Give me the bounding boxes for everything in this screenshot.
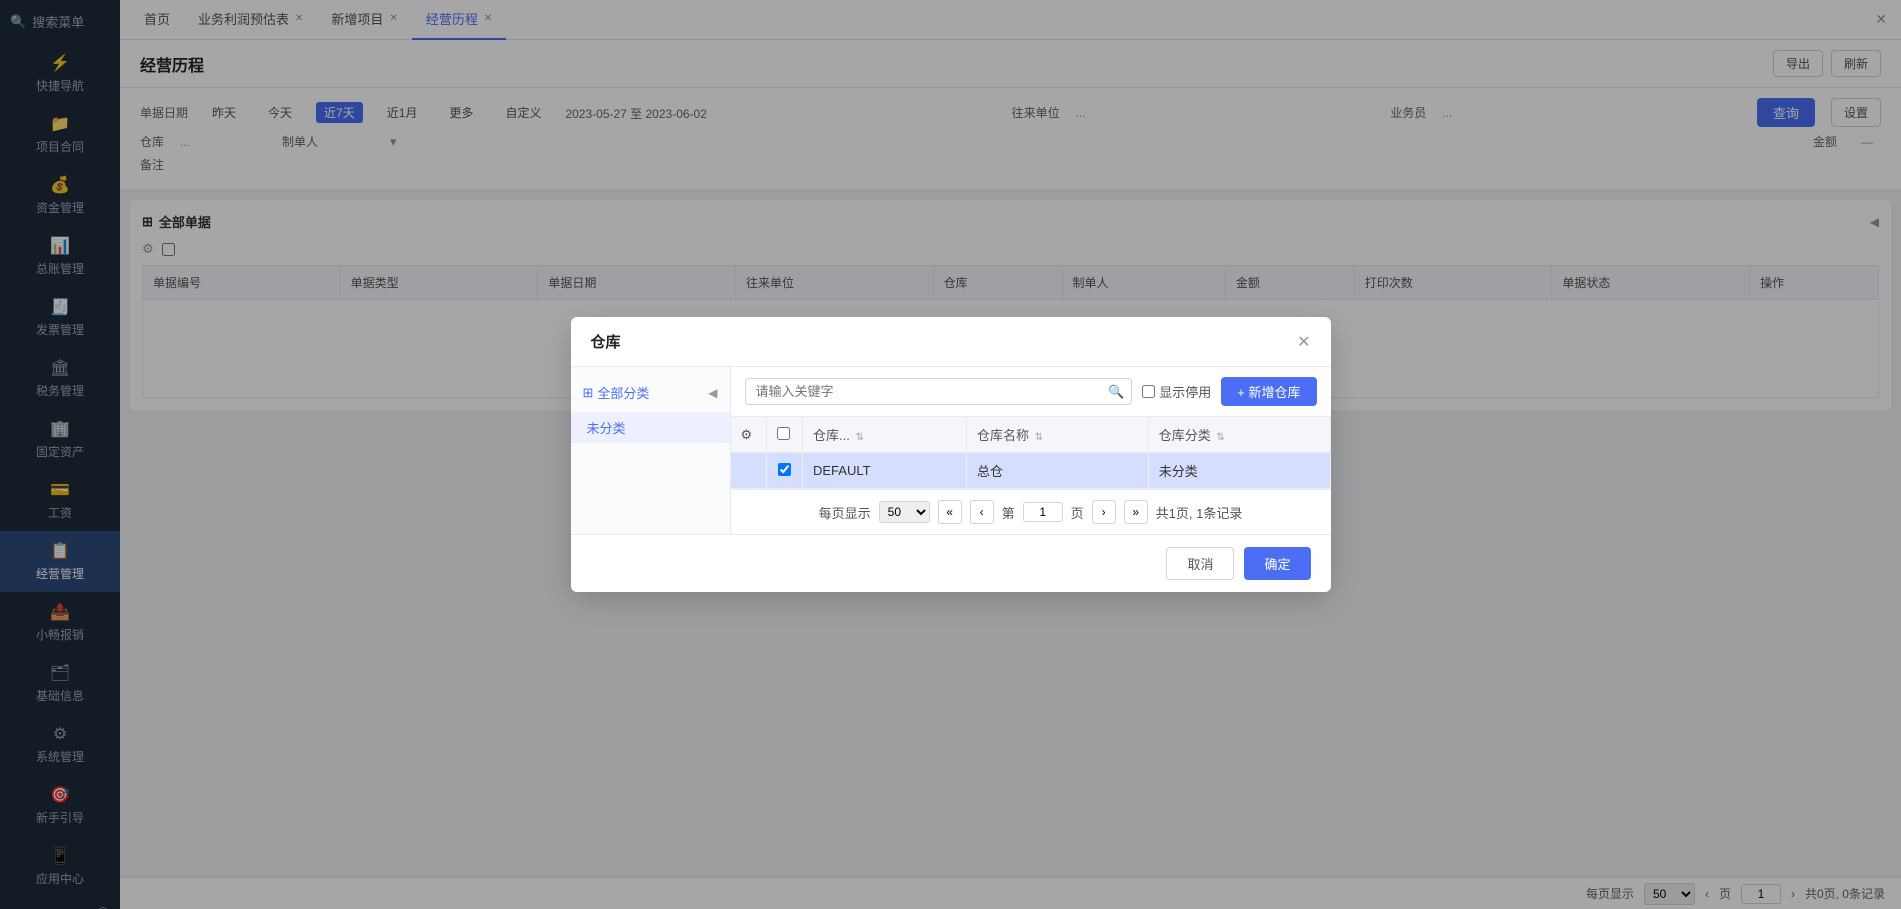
sort-name-icon[interactable]: ⇅ (1035, 432, 1043, 443)
modal-total-info: 共1页, 1条记录 (1156, 503, 1243, 522)
modal-page-input[interactable] (1023, 502, 1063, 522)
modal-page-size-select[interactable]: 50 100 (879, 501, 930, 523)
modal-close-button[interactable]: ✕ (1297, 332, 1310, 352)
col-checkbox-header (767, 417, 803, 453)
modal-prev-page-btn[interactable]: ‹ (970, 500, 994, 524)
modal-body: ⊞ 全部分类 ◀ 未分类 🔍 (571, 367, 1331, 534)
row-checkbox-cell[interactable] (767, 453, 803, 489)
modal-search-bar: 🔍 显示停用 + 新增仓库 (731, 367, 1331, 417)
modal-search-input[interactable] (745, 378, 1133, 405)
modal-pagination: 每页显示 50 100 « ‹ 第 页 › » 共1页, 1条记录 (731, 489, 1331, 534)
grid-icon-category: ⊞ (583, 385, 594, 401)
modal-table-row[interactable]: DEFAULT 总仓 未分类 (731, 453, 1331, 489)
show-disabled-wrap: 显示停用 (1142, 382, 1211, 401)
modal-table-wrap: ⚙ 仓库... ⇅ 仓库名称 (731, 417, 1331, 489)
show-disabled-checkbox[interactable] (1142, 385, 1155, 398)
modal-header: 仓库 ✕ (571, 317, 1331, 367)
modal-footer: 取消 确定 (571, 534, 1331, 592)
modal-select-all-checkbox[interactable] (777, 427, 790, 440)
modal-next-page-btn[interactable]: › (1092, 500, 1116, 524)
modal-search-icon: 🔍 (1108, 384, 1124, 400)
col-warehouse-category-header: 仓库分类 ⇅ (1148, 417, 1330, 453)
modal-page-label: 第 (1002, 503, 1015, 522)
category-all-label[interactable]: ⊞ 全部分类 (583, 383, 650, 402)
search-input-wrap: 🔍 (745, 378, 1133, 405)
show-disabled-label: 显示停用 (1159, 382, 1211, 401)
sort-code-icon[interactable]: ⇅ (855, 432, 863, 443)
modal-warehouse-table: ⚙ 仓库... ⇅ 仓库名称 (731, 417, 1331, 489)
row-settings-cell[interactable] (731, 453, 767, 489)
row-category-cell: 未分类 (1148, 453, 1330, 489)
row-name-cell: 总仓 (967, 453, 1149, 489)
modal-cancel-button[interactable]: 取消 (1166, 547, 1234, 580)
row-code-cell: DEFAULT (803, 453, 967, 489)
sort-category-icon[interactable]: ⇅ (1216, 432, 1224, 443)
modal-overlay[interactable]: 仓库 ✕ ⊞ 全部分类 ◀ 未分类 (0, 0, 1901, 909)
modal-per-page-label: 每页显示 (819, 503, 871, 522)
modal-table-header-row: ⚙ 仓库... ⇅ 仓库名称 (731, 417, 1331, 453)
modal-last-page-btn[interactable]: » (1124, 500, 1148, 524)
category-header: ⊞ 全部分类 ◀ (571, 377, 730, 408)
modal-first-page-btn[interactable]: « (938, 500, 962, 524)
modal-confirm-button[interactable]: 确定 (1244, 547, 1310, 580)
add-warehouse-button[interactable]: + 新增仓库 (1221, 377, 1316, 406)
category-collapse-btn[interactable]: ◀ (708, 386, 717, 400)
modal-page-suffix: 页 (1071, 503, 1084, 522)
col-warehouse-name-header: 仓库名称 ⇅ (967, 417, 1149, 453)
category-all-text: 全部分类 (597, 383, 649, 402)
gear-icon-modal[interactable]: ⚙ (741, 427, 753, 442)
col-warehouse-code-header: 仓库... ⇅ (803, 417, 967, 453)
modal-title: 仓库 (591, 331, 621, 352)
col-settings-header: ⚙ (731, 417, 767, 453)
category-unclassified[interactable]: 未分类 (571, 412, 730, 443)
warehouse-modal: 仓库 ✕ ⊞ 全部分类 ◀ 未分类 (571, 317, 1331, 592)
modal-main-panel: 🔍 显示停用 + 新增仓库 ⚙ (731, 367, 1331, 534)
category-panel: ⊞ 全部分类 ◀ 未分类 (571, 367, 731, 534)
